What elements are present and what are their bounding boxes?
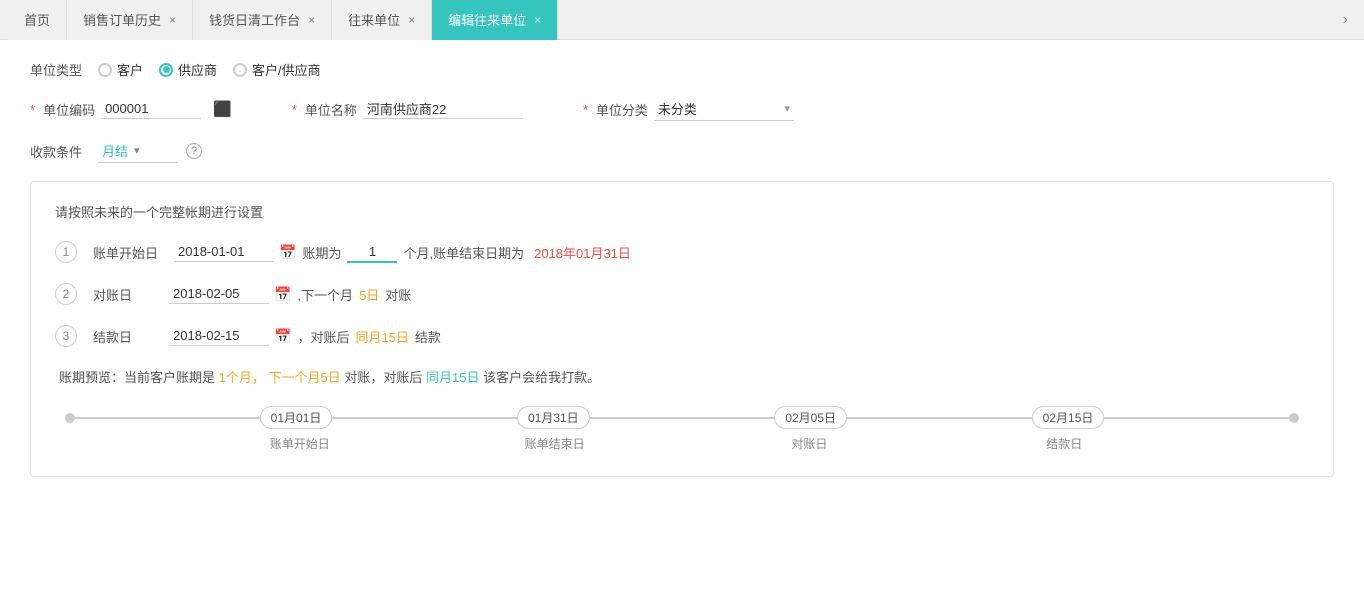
radio-customer[interactable]: 客户: [98, 60, 143, 79]
milestone-2: 01月31日: [517, 406, 590, 429]
timeline-area: 01月01日 01月31日 02月05日 02月15日: [55, 406, 1309, 452]
summary-reconcile-text: 下一个月5日: [269, 370, 341, 385]
summary-period: 1个月，: [219, 370, 265, 385]
step-1-text-month: 个月,账单结束日期为: [403, 243, 524, 262]
unit-code-input[interactable]: [101, 99, 201, 119]
payment-terms-select[interactable]: 月结 ▾: [98, 139, 178, 163]
step-3-date-input[interactable]: [169, 326, 269, 346]
tab-sales-history[interactable]: 销售订单历史 ×: [67, 0, 193, 40]
step-3-after-highlight: 同月15日: [355, 327, 408, 346]
summary-prefix: 账期预览：当前客户账期是: [59, 370, 215, 385]
close-partner-units[interactable]: ×: [408, 13, 415, 27]
tab-cash-work[interactable]: 钱货日清工作台 ×: [193, 0, 332, 40]
tl-label-1: 账单开始日: [270, 435, 330, 452]
step-3-row: 3 结款日 📅 ，对账后 同月15日 结款: [55, 325, 1309, 347]
unit-type-label: 单位类型: [30, 60, 82, 79]
unit-category-select[interactable]: 未分类 ▾: [654, 97, 794, 121]
tl-seg-2: [332, 417, 517, 419]
timeline-labels: 账单开始日 账单结束日 对账日 结款日: [65, 435, 1299, 452]
milestone-3: 02月05日: [774, 406, 847, 429]
milestone-4: 02月15日: [1032, 406, 1105, 429]
radio-supplier[interactable]: 供应商: [159, 60, 217, 79]
step-2-calendar-icon[interactable]: 📅: [274, 286, 291, 303]
unit-name-label: 单位名称: [305, 100, 357, 119]
step-3-calendar-icon[interactable]: 📅: [274, 328, 291, 345]
timeline-track: 01月01日 01月31日 02月05日 02月15日: [65, 406, 1299, 429]
payment-terms-row: 收款条件 月结 ▾ ?: [30, 139, 1334, 163]
radio-customer-supplier[interactable]: 客户/供应商: [233, 60, 321, 79]
tl-seg-3: [590, 417, 775, 419]
close-cash-work[interactable]: ×: [308, 13, 315, 27]
timeline-end-dot: [1289, 413, 1299, 423]
step-3-number: 3: [55, 325, 77, 347]
unit-info-row: * 单位编码 ⬛ * 单位名称 * 单位分类 未分类 ▾: [30, 97, 1334, 121]
step-3-text-after: ，对账后: [297, 327, 349, 346]
milestone-1-badge: 01月01日: [260, 406, 333, 429]
milestone-1: 01月01日: [260, 406, 333, 429]
step-2-next-highlight: 5日: [359, 285, 379, 304]
tl-label-4: 结款日: [1034, 435, 1094, 452]
tl-seg-5: [1104, 417, 1289, 419]
radio-customer-supplier-circle: [233, 63, 247, 77]
step-1-period-input[interactable]: [347, 242, 397, 263]
step-1-calendar-icon[interactable]: 📅: [279, 244, 296, 261]
page-content: 单位类型 客户 供应商 客户/供应商 * 单位编码 ⬛ * 单位名称: [0, 40, 1364, 608]
timeline-start-dot: [65, 413, 75, 423]
unit-name-group: * 单位名称: [292, 99, 523, 119]
step-1-date-input[interactable]: [174, 242, 274, 262]
step-2-date-input[interactable]: [169, 284, 269, 304]
milestone-3-badge: 02月05日: [774, 406, 847, 429]
radio-customer-circle: [98, 63, 112, 77]
tl-seg-4: [847, 417, 1032, 419]
unit-category-label: 单位分类: [596, 100, 648, 119]
unit-category-arrow: ▾: [784, 102, 790, 115]
unit-code-icon[interactable]: ⬛: [213, 100, 232, 118]
step-1-text-period: 账期为: [302, 243, 341, 262]
tab-partner-units[interactable]: 往来单位 ×: [332, 0, 432, 40]
unit-type-radio-group: 客户 供应商 客户/供应商: [98, 60, 321, 79]
unit-name-input[interactable]: [363, 99, 523, 119]
summary-after: 对账，对账后: [344, 370, 426, 385]
tl-label-2: 账单结束日: [525, 435, 585, 452]
tl-seg-1: [75, 417, 260, 419]
payment-terms-help[interactable]: ?: [186, 143, 202, 159]
tab-home[interactable]: 首页: [8, 0, 67, 40]
step-2-text-reconcile: 对账: [385, 285, 411, 304]
unit-code-label: 单位编码: [43, 100, 95, 119]
step-3-text-pay: 结款: [415, 327, 441, 346]
step-1-end-date: 2018年01月31日: [534, 243, 631, 262]
step-1-row: 1 账单开始日 📅 账期为 个月,账单结束日期为 2018年01月31日: [55, 241, 1309, 263]
payment-terms-arrow: ▾: [134, 144, 140, 157]
radio-supplier-circle: [159, 63, 173, 77]
summary-row: 账期预览：当前客户账期是 1个月， 下一个月5日 对账，对账后 同月15日 该客…: [55, 367, 1309, 386]
step-2-row: 2 对账日 📅 ,下一个月 5日 对账: [55, 283, 1309, 305]
step-2-text-next: ,下一个月: [297, 285, 353, 304]
unit-category-group: * 单位分类 未分类 ▾: [583, 97, 794, 121]
tl-label-3: 对账日: [779, 435, 839, 452]
section-title: 请按照未来的一个完整帐期进行设置: [55, 202, 1309, 221]
close-sales-history[interactable]: ×: [169, 13, 176, 27]
close-edit-partner[interactable]: ×: [534, 13, 541, 27]
unit-category-value: 未分类: [658, 99, 697, 118]
step-3-label: 结款日: [93, 327, 153, 346]
step-2-number: 2: [55, 283, 77, 305]
step-1-number: 1: [55, 241, 77, 263]
payment-terms-label: 收款条件: [30, 142, 82, 161]
unit-code-group: * 单位编码 ⬛: [30, 99, 232, 119]
unit-type-row: 单位类型 客户 供应商 客户/供应商: [30, 60, 1334, 79]
step-2-label: 对账日: [93, 285, 153, 304]
payment-terms-value: 月结: [102, 141, 128, 160]
settings-section: 请按照未来的一个完整帐期进行设置 1 账单开始日 📅 账期为 个月,账单结束日期…: [30, 181, 1334, 477]
tabs-bar: 首页 销售订单历史 × 钱货日清工作台 × 往来单位 × 编辑往来单位 × ›: [0, 0, 1364, 40]
summary-suffix: 该客户会给我打款。: [483, 370, 600, 385]
milestone-4-badge: 02月15日: [1032, 406, 1105, 429]
step-1-label: 账单开始日: [93, 243, 158, 262]
tab-edit-partner[interactable]: 编辑往来单位 ×: [432, 0, 558, 40]
summary-pay-date: 同月15日: [426, 370, 479, 385]
milestone-2-badge: 01月31日: [517, 406, 590, 429]
tabs-more-button[interactable]: ›: [1335, 11, 1356, 29]
